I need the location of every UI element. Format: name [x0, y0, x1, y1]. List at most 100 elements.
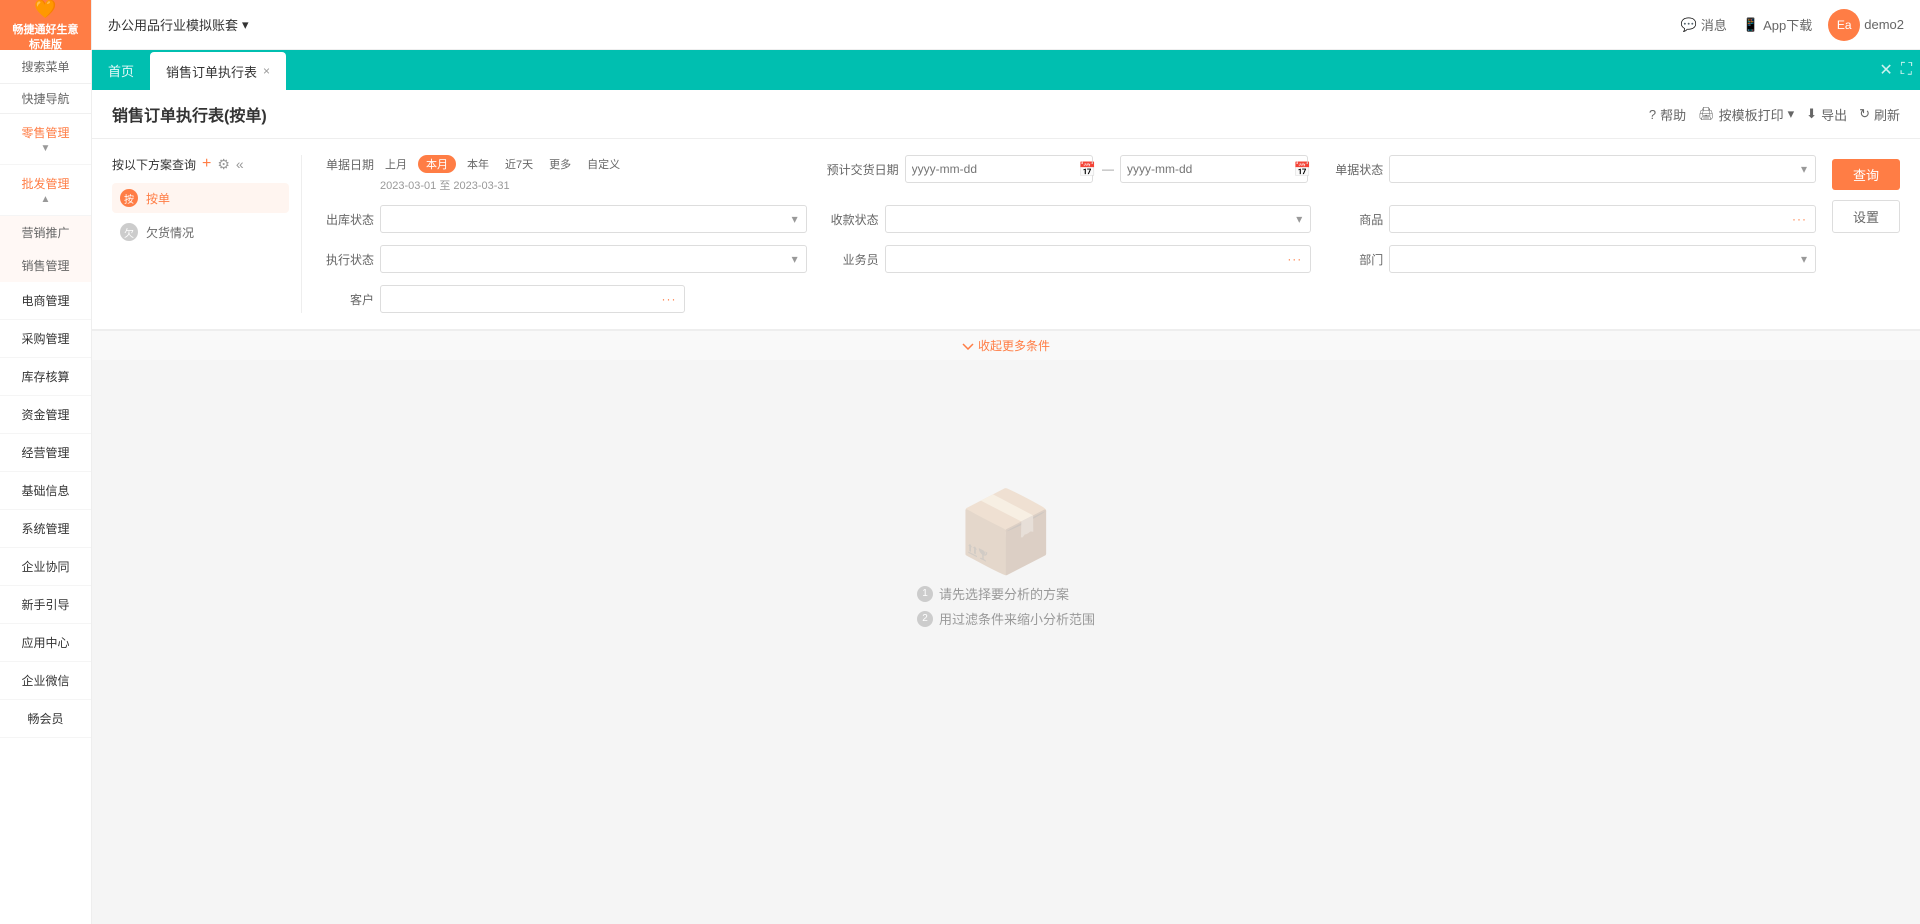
shipment-status-field: 出库状态 ▾	[322, 205, 807, 233]
user-menu[interactable]: Ea demo2	[1828, 9, 1904, 41]
payment-arrow: ▾	[1296, 212, 1302, 226]
date-btn-7days[interactable]: 近7天	[500, 155, 538, 173]
sidebar-item-app-center[interactable]: 应用中心	[0, 624, 91, 662]
sidebar-item-onboarding[interactable]: 新手引导	[0, 586, 91, 624]
app-logo[interactable]: 🧡 畅捷通好生意 标准版	[0, 0, 91, 50]
exec-row: 执行状态 ▾	[322, 245, 807, 273]
sidebar-item-label: 新手引导	[21, 596, 69, 613]
payment-status-field: 收款状态 ▾	[827, 205, 1312, 233]
scheme-list: 按 按单 欠 欠货情况	[112, 183, 289, 247]
shipment-row: 出库状态 ▾	[322, 205, 807, 233]
sidebar-item-label: 采购管理	[21, 330, 69, 347]
sidebar-item-marketing[interactable]: 营销推广	[0, 216, 91, 249]
template-print-arrow: ▾	[1788, 106, 1795, 122]
filter-row-2: 出库状态 ▾	[322, 205, 1816, 233]
add-scheme-btn[interactable]: +	[202, 155, 211, 173]
sidebar-item-finance[interactable]: 资金管理	[0, 396, 91, 434]
expected-delivery-field: 预计交货日期 📅 — 📅	[827, 155, 1312, 193]
exec-select[interactable]: ▾	[380, 245, 807, 273]
exec-arrow: ▾	[792, 252, 798, 266]
date-btn-custom[interactable]: 自定义	[582, 155, 625, 173]
sidebar-item-label: 基础信息	[21, 482, 69, 499]
maximize-icon[interactable]: ⛶	[1901, 61, 1912, 79]
date-range-text: 2023-03-01 至 2023-03-31	[380, 177, 510, 193]
search-menu[interactable]: 搜索菜单	[0, 50, 91, 84]
query-btn[interactable]: 查询	[1832, 159, 1900, 190]
sidebar-item-ecommerce[interactable]: 电商管理	[0, 282, 91, 320]
sidebar-item-inventory[interactable]: 库存核算	[0, 358, 91, 396]
tab-home[interactable]: 首页	[92, 50, 150, 90]
sidebar-item-label: 应用中心	[21, 634, 69, 651]
filter-fields-and-btns: 单据日期 上月 本月 本年 近7天 更多 自定义	[322, 155, 1900, 313]
sidebar-item-label: 资金管理	[21, 406, 69, 423]
topbar-right: 💬 消息 📱 App下载 Ea demo2	[1681, 9, 1904, 41]
tab-sales-exec[interactable]: 销售订单执行表 ×	[150, 52, 286, 90]
payment-select[interactable]: ▾	[885, 205, 1312, 233]
sidebar-item-label: 畅会员	[27, 710, 63, 727]
help-btn[interactable]: ? 帮助	[1649, 105, 1686, 124]
date-btn-this-year[interactable]: 本年	[462, 155, 494, 173]
delivery-date-start[interactable]	[905, 155, 1093, 183]
scheme-item-按单[interactable]: 按 按单	[112, 183, 289, 213]
shipment-select[interactable]: ▾	[380, 205, 807, 233]
sidebar-item-purchase[interactable]: 采购管理	[0, 320, 91, 358]
app-download-btn[interactable]: 📱 App下载	[1743, 15, 1812, 34]
customer-select[interactable]: ···	[380, 285, 685, 313]
sidebar-item-operations[interactable]: 经营管理	[0, 434, 91, 472]
date-btn-more[interactable]: 更多	[544, 155, 576, 173]
app-download-label: App下载	[1763, 15, 1812, 34]
sidebar-item-label: 电商管理	[21, 292, 69, 309]
product-select[interactable]: ···	[1389, 205, 1816, 233]
username-label: demo2	[1864, 17, 1904, 32]
close-window-icon[interactable]: ✕	[1879, 60, 1892, 80]
sidebar-item-sales[interactable]: 销售管理	[0, 249, 91, 282]
tab-sales-exec-label: 销售订单执行表	[166, 62, 257, 81]
sidebar-item-basic-info[interactable]: 基础信息	[0, 472, 91, 510]
empty-hint-1: 1 请先选择要分析的方案	[917, 584, 1095, 603]
customer-field: 客户 ···	[322, 285, 685, 313]
filter-row-4: 客户 ···	[322, 285, 1816, 313]
order-status-select[interactable]: ▾	[1389, 155, 1816, 183]
date-btn-this-month[interactable]: 本月	[418, 155, 456, 173]
export-btn[interactable]: ⬇ 导出	[1806, 105, 1847, 124]
sidebar-item-retail[interactable]: 零售管理 ▼	[0, 114, 91, 165]
salesperson-row: 业务员 ···	[827, 245, 1312, 273]
sidebar-item-member[interactable]: 畅会员	[0, 700, 91, 738]
sidebar-item-system[interactable]: 系统管理	[0, 510, 91, 548]
sidebar-item-wechat[interactable]: 企业微信	[0, 662, 91, 700]
filter-right-panel: 单据日期 上月 本月 本年 近7天 更多 自定义	[302, 155, 1900, 313]
salesperson-field: 业务员 ···	[827, 245, 1312, 273]
exec-status-field: 执行状态 ▾	[322, 245, 807, 273]
sidebar-item-enterprise[interactable]: 企业协同	[0, 548, 91, 586]
calendar-icon-start[interactable]: 📅	[1079, 161, 1096, 178]
page-content: 销售订单执行表(按单) ? 帮助 🖨 按模板打印 ▾ ⬇ 导出 ↻ 刷新	[92, 90, 1920, 924]
scheme-item-欠货[interactable]: 欠 欠货情况	[112, 217, 289, 247]
delivery-date-end[interactable]	[1120, 155, 1308, 183]
export-icon: ⬇	[1806, 106, 1817, 122]
sidebar-item-label: 库存核算	[21, 368, 69, 385]
refresh-btn[interactable]: ↻ 刷新	[1859, 105, 1900, 124]
message-btn[interactable]: 💬 消息	[1681, 15, 1727, 34]
message-label: 消息	[1701, 15, 1727, 34]
dept-row: 部门 ▾	[1331, 245, 1816, 273]
date-btn-last-month[interactable]: 上月	[380, 155, 412, 173]
template-print-btn[interactable]: 🖨 按模板打印 ▾	[1698, 105, 1794, 124]
sidebar-item-label: 经营管理	[21, 444, 69, 461]
expected-delivery-row: 预计交货日期 📅 — 📅	[827, 155, 1312, 183]
calendar-icon-end[interactable]: 📅	[1294, 161, 1311, 178]
settings-btn[interactable]: 设置	[1832, 200, 1900, 233]
collapse-more-btn[interactable]: 收起更多条件	[92, 330, 1920, 360]
salesperson-select[interactable]: ···	[885, 245, 1312, 273]
company-dropdown[interactable]: 办公用品行业模拟账套 ▾	[108, 15, 249, 34]
collapse-panel-btn[interactable]: «	[236, 156, 244, 172]
expected-delivery-label: 预计交货日期	[827, 161, 899, 178]
settings-scheme-btn[interactable]: ⚙	[217, 156, 230, 173]
empty-state: 📦 1 请先选择要分析的方案 2 用过滤条件来缩小分析范围	[92, 360, 1920, 760]
company-name: 办公用品行业模拟账套	[108, 15, 238, 34]
sidebar-item-wholesale[interactable]: 批发管理 ▲	[0, 165, 91, 216]
dept-select[interactable]: ▾	[1389, 245, 1816, 273]
customer-label: 客户	[322, 291, 374, 308]
quick-nav[interactable]: 快捷导航	[0, 84, 91, 114]
customer-dots: ···	[661, 292, 676, 306]
tab-close-icon[interactable]: ×	[263, 64, 270, 78]
